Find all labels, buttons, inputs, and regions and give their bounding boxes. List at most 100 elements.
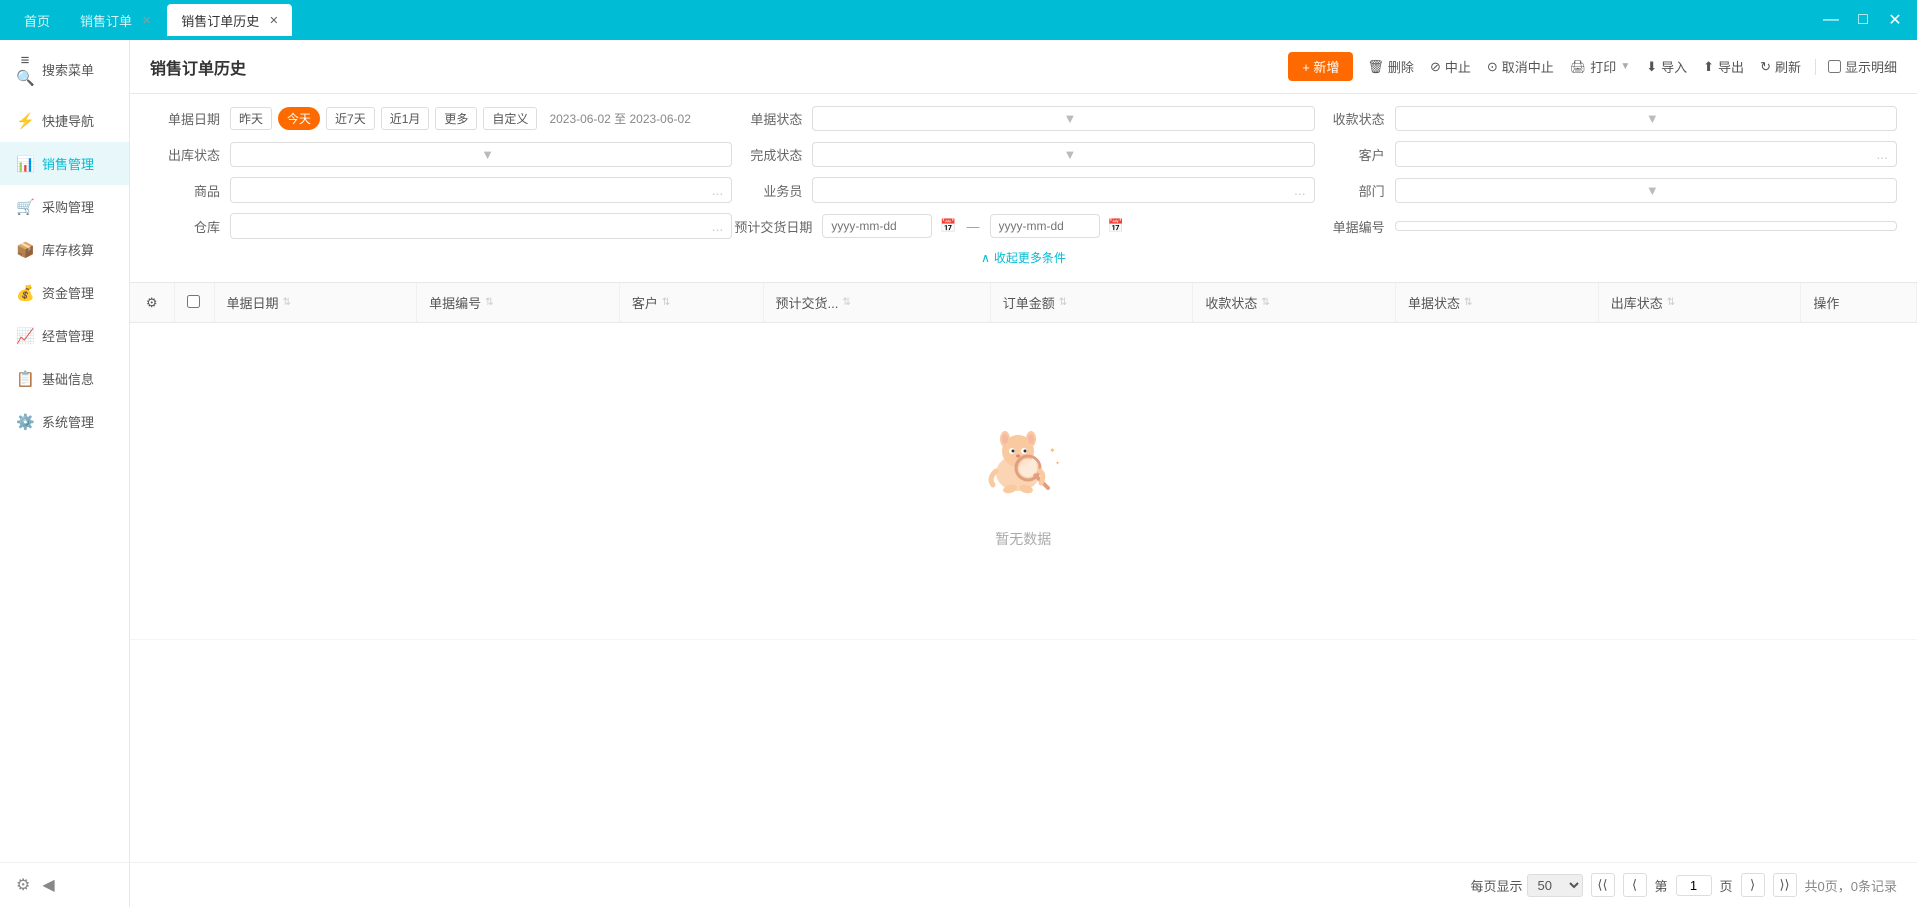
date-btn-today[interactable]: 今天 — [278, 107, 320, 130]
refresh-button[interactable]: ↻ 刷新 — [1758, 53, 1803, 80]
calendar-from-icon[interactable]: 📅 — [940, 218, 956, 234]
last-page-button[interactable]: ⟩⟩ — [1773, 873, 1797, 897]
warehouse-input[interactable]: ... — [230, 213, 732, 239]
sidebar-item-sales-mgmt[interactable]: 📊 销售管理 — [0, 142, 129, 185]
delivery-date-to[interactable] — [990, 214, 1100, 238]
date-btn-7days[interactable]: 近7天 — [326, 107, 375, 130]
sidebar-item-quick-nav[interactable]: ⚡ 快捷导航 — [0, 99, 129, 142]
bill-number-input[interactable] — [1395, 221, 1897, 231]
complete-status-arrow: ▼ — [1064, 147, 1306, 162]
salesperson-input[interactable]: ... — [812, 177, 1314, 203]
date-range-text: 2023-06-02 至 2023-06-02 — [549, 110, 690, 127]
cancel-stop-button[interactable]: ⊙ 取消中止 — [1485, 53, 1556, 80]
table-settings-icon[interactable]: ⚙ — [146, 295, 158, 310]
sort-icon-bill-number: ⇅ — [485, 297, 493, 308]
select-all-checkbox[interactable] — [187, 295, 200, 308]
bill-status-select[interactable]: ▼ — [812, 106, 1314, 131]
content-area: 销售订单历史 + 新增 🗑 删除 ⊘ 中止 ⊙ 取消中止 🖨 — [130, 40, 1917, 907]
th-bill-number[interactable]: 单据编号 ⇅ — [417, 283, 620, 323]
tab-sales-order-history[interactable]: 销售订单历史 ✕ — [167, 4, 292, 36]
first-page-button[interactable]: ⟨⟨ — [1591, 873, 1615, 897]
next-page-button[interactable]: ⟩ — [1741, 873, 1765, 897]
date-btn-custom[interactable]: 自定义 — [483, 107, 537, 130]
tab-sales-order[interactable]: 销售订单 ✕ — [66, 4, 165, 36]
settings-bottom-icon[interactable]: ⚙ — [16, 875, 30, 895]
date-btn-more[interactable]: 更多 — [435, 107, 477, 130]
filter-cell-expected-delivery: 预计交货日期 📅 — 📅 — [732, 213, 1314, 239]
sidebar-item-base-info[interactable]: 📋 基础信息 — [0, 357, 129, 400]
svg-text:✦: ✦ — [1055, 460, 1060, 467]
import-button[interactable]: ⬇ 导入 — [1644, 53, 1689, 80]
show-detail-checkbox-wrap[interactable]: 显示明细 — [1828, 57, 1897, 76]
collapse-sidebar-icon[interactable]: ◀ — [42, 875, 54, 895]
receipt-status-select[interactable]: ▼ — [1395, 106, 1897, 131]
sidebar-item-purchase-mgmt[interactable]: 🛒 采购管理 — [0, 185, 129, 228]
complete-status-select[interactable]: ▼ — [812, 142, 1314, 167]
date-btn-yesterday[interactable]: 昨天 — [230, 107, 272, 130]
date-btn-1month[interactable]: 近1月 — [381, 107, 430, 130]
th-checkbox — [174, 283, 214, 323]
filter-cell-department: 部门 ▼ — [1315, 177, 1897, 203]
delivery-date-from[interactable] — [822, 214, 932, 238]
maximize-icon[interactable]: □ — [1851, 8, 1875, 32]
customer-input[interactable]: ... — [1395, 141, 1897, 167]
filter-cell-complete-status: 完成状态 ▼ — [732, 141, 1314, 167]
sidebar-item-inventory[interactable]: 📦 库存核算 — [0, 228, 129, 271]
goods-ellipsis: ... — [712, 182, 724, 198]
refresh-icon: ↻ — [1760, 59, 1771, 75]
tab-close-sales-order-history[interactable]: ✕ — [269, 14, 278, 27]
page-number-input[interactable] — [1676, 875, 1712, 896]
salesperson-control: ... — [812, 177, 1314, 203]
page-label-prefix: 第 — [1655, 876, 1668, 895]
sidebar-item-search-menu[interactable]: ≡🔍 搜索菜单 — [0, 40, 129, 99]
page-header: 销售订单历史 + 新增 🗑 删除 ⊘ 中止 ⊙ 取消中止 🖨 — [130, 40, 1917, 94]
sys-mgmt-icon: ⚙️ — [16, 413, 34, 431]
delete-button[interactable]: 🗑 删除 — [1365, 53, 1416, 80]
department-select[interactable]: ▼ — [1395, 178, 1897, 203]
add-button[interactable]: + 新增 — [1288, 52, 1353, 81]
page-size-select[interactable]: 50 100 200 — [1527, 874, 1583, 897]
print-button[interactable]: 🖨 打印 ▼ — [1568, 53, 1632, 80]
customer-control: ... — [1395, 141, 1897, 167]
show-detail-checkbox[interactable] — [1828, 60, 1841, 73]
calendar-to-icon[interactable]: 📅 — [1108, 218, 1124, 234]
th-expected-delivery[interactable]: 预计交货... ⇅ — [763, 283, 990, 323]
th-receipt-status[interactable]: 收款状态 ⇅ — [1193, 283, 1396, 323]
sidebar-item-finance-mgmt[interactable]: 💰 资金管理 — [0, 271, 129, 314]
th-bill-status[interactable]: 单据状态 ⇅ — [1396, 283, 1599, 323]
th-customer[interactable]: 客户 ⇅ — [619, 283, 763, 323]
operations-icon: 📈 — [16, 327, 34, 345]
prev-page-button[interactable]: ⟨ — [1623, 873, 1647, 897]
th-order-amount[interactable]: 订单金额 ⇅ — [990, 283, 1193, 323]
sidebar-item-sys-mgmt[interactable]: ⚙️ 系统管理 — [0, 400, 129, 443]
bill-status-label: 单据状态 — [732, 109, 812, 128]
th-settings[interactable]: ⚙ — [130, 283, 174, 323]
complete-status-control: ▼ — [812, 142, 1314, 167]
department-label: 部门 — [1315, 181, 1395, 200]
th-outbound-status[interactable]: 出库状态 ⇅ — [1598, 283, 1801, 323]
warehouse-control: ... — [230, 213, 732, 239]
tab-home[interactable]: 首页 — [10, 4, 64, 36]
sidebar-item-operations[interactable]: 📈 经营管理 — [0, 314, 129, 357]
tab-close-sales-order[interactable]: ✕ — [142, 14, 151, 27]
date-filter-label: 单据日期 — [150, 109, 230, 128]
page-title: 销售订单历史 — [150, 55, 246, 79]
goods-control: ... — [230, 177, 732, 203]
inventory-icon: 📦 — [16, 241, 34, 259]
print-dropdown-arrow: ▼ — [1620, 61, 1630, 72]
th-bill-date[interactable]: 单据日期 ⇅ — [214, 283, 417, 323]
filter-cell-salesperson: 业务员 ... — [732, 177, 1314, 203]
export-button[interactable]: ⬆ 导出 — [1701, 53, 1746, 80]
filter-cell-date: 单据日期 昨天 今天 近7天 近1月 更多 自定义 2023-06-02 至 2… — [150, 106, 732, 131]
total-pages-info: 共0页，0条记录 — [1805, 876, 1897, 895]
main-layout: ≡🔍 搜索菜单 ⚡ 快捷导航 📊 销售管理 🛒 采购管理 📦 库存核算 💰 资金… — [0, 40, 1917, 907]
goods-input[interactable]: ... — [230, 177, 732, 203]
outbound-status-select[interactable]: ▼ — [230, 142, 732, 167]
toolbar-divider — [1815, 59, 1816, 75]
minimize-icon[interactable]: — — [1819, 8, 1843, 32]
close-icon[interactable]: ✕ — [1883, 8, 1907, 32]
stop-button[interactable]: ⊘ 中止 — [1428, 53, 1473, 80]
filter-row-4: 仓库 ... 预计交货日期 📅 — 📅 — [150, 213, 1897, 239]
collapse-button[interactable]: ∧ 收起更多条件 — [150, 245, 1897, 270]
finance-mgmt-icon: 💰 — [16, 284, 34, 302]
